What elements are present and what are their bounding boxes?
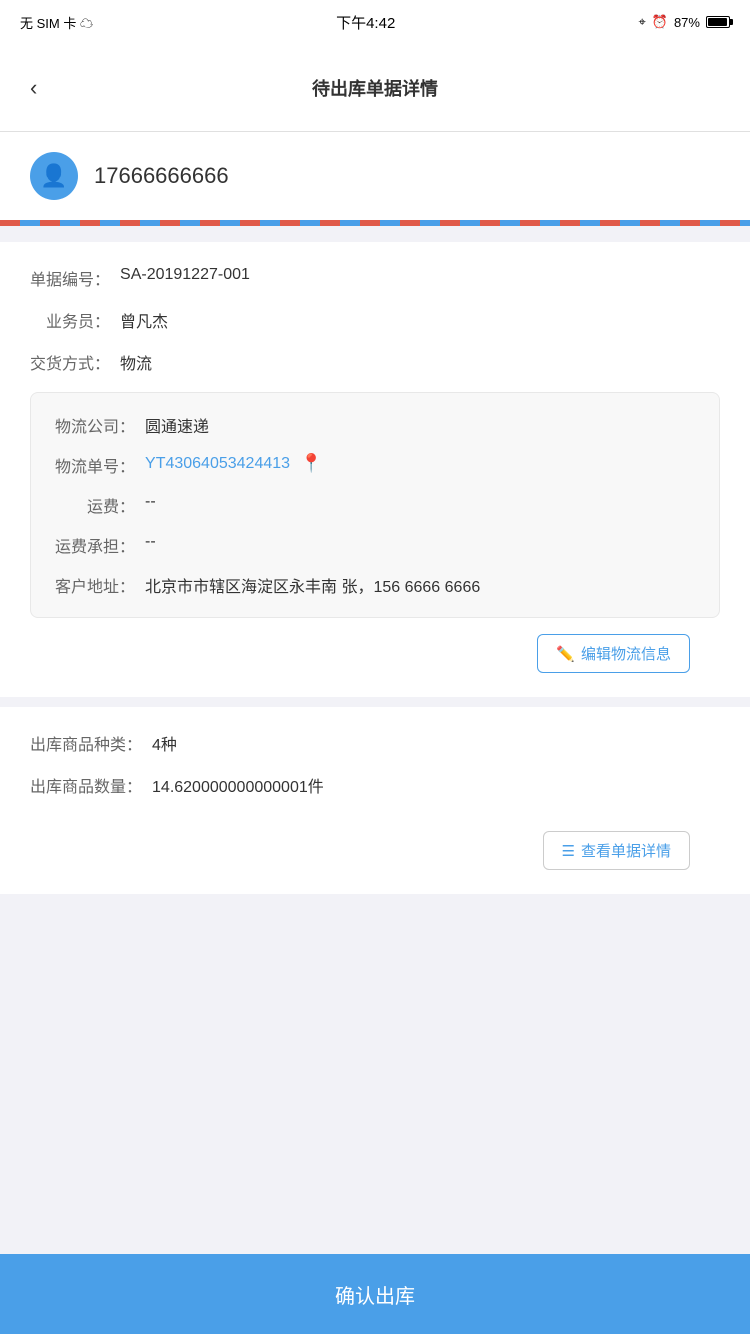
logistics-card: 物流公司： 圆通速递 物流单号： YT43064053424413 📍 运费： … <box>30 392 720 618</box>
edit-logistics-label: 编辑物流信息 <box>581 643 671 664</box>
freight-label: 运费： <box>55 493 135 517</box>
freight-row: 运费： -- <box>55 493 695 517</box>
delivery-label: 交货方式： <box>30 350 110 374</box>
avatar: 👤 <box>30 152 78 200</box>
order-info-section: 单据编号： SA-20191227-001 业务员： 曾凡杰 交货方式： 物流 … <box>0 242 750 697</box>
page-title: 待出库单据详情 <box>312 75 438 101</box>
salesperson-label: 业务员： <box>30 308 110 332</box>
freight-bear-label: 运费承担： <box>55 533 135 557</box>
address-label: 客户地址： <box>55 573 135 597</box>
sim-label: 无 SIM 卡 ☁ <box>20 13 93 32</box>
company-label: 物流公司： <box>55 413 135 437</box>
location-pin-icon[interactable]: 📍 <box>300 453 322 474</box>
view-detail-label: 查看单据详情 <box>581 840 671 861</box>
delivery-row: 交货方式： 物流 <box>30 350 720 374</box>
freight-bear-value: -- <box>145 533 695 551</box>
avatar-icon: 👤 <box>40 163 67 189</box>
alarm-icon: ⏰ <box>652 14 668 30</box>
document-number-row: 单据编号： SA-20191227-001 <box>30 266 720 290</box>
section-separator-1 <box>0 697 750 707</box>
company-row: 物流公司： 圆通速递 <box>55 413 695 437</box>
tracking-label: 物流单号： <box>55 453 135 477</box>
delivery-value: 物流 <box>120 350 720 374</box>
document-label: 单据编号： <box>30 266 110 290</box>
dashed-divider <box>0 220 750 226</box>
battery-icon <box>706 16 730 28</box>
bottom-spacer <box>0 894 750 1094</box>
nav-bar: ‹ 待出库单据详情 <box>0 44 750 132</box>
confirm-bar[interactable]: 确认出库 <box>0 1254 750 1334</box>
view-btn-row: ☰ 查看单据详情 <box>30 815 720 870</box>
edit-icon: ✏️ <box>556 645 575 663</box>
goods-quantity-label: 出库商品数量： <box>30 773 142 797</box>
confirm-button-label: 确认出库 <box>335 1280 415 1309</box>
tracking-row: 物流单号： YT43064053424413 📍 <box>55 453 695 477</box>
address-value: 北京市市辖区海淀区永丰南 张，156 6666 6666 <box>145 573 695 597</box>
salesperson-row: 业务员： 曾凡杰 <box>30 308 720 332</box>
goods-quantity-row: 出库商品数量： 14.620000000000001件 <box>30 773 720 797</box>
goods-section: 出库商品种类： 4种 出库商品数量： 14.620000000000001件 ☰… <box>0 707 750 894</box>
battery-percent: 87% <box>674 15 700 30</box>
goods-quantity-value: 14.620000000000001件 <box>152 773 324 797</box>
address-row: 客户地址： 北京市市辖区海淀区永丰南 张，156 6666 6666 <box>55 573 695 597</box>
tracking-value: YT43064053424413 📍 <box>145 453 695 474</box>
goods-types-value: 4种 <box>152 731 177 755</box>
status-right: ⌖ ⏰ 87% <box>638 14 730 30</box>
view-detail-button[interactable]: ☰ 查看单据详情 <box>543 831 690 870</box>
back-button[interactable]: ‹ <box>20 65 47 111</box>
status-left: 无 SIM 卡 ☁ <box>20 13 93 32</box>
salesperson-value: 曾凡杰 <box>120 308 720 332</box>
edit-logistics-button[interactable]: ✏️ 编辑物流信息 <box>537 634 690 673</box>
list-icon: ☰ <box>562 842 575 860</box>
company-value: 圆通速递 <box>145 413 695 437</box>
status-bar: 无 SIM 卡 ☁ 下午4:42 ⌖ ⏰ 87% <box>0 0 750 44</box>
freight-value: -- <box>145 493 695 511</box>
freight-bear-row: 运费承担： -- <box>55 533 695 557</box>
document-value: SA-20191227-001 <box>120 266 720 284</box>
edit-btn-row: ✏️ 编辑物流信息 <box>30 618 720 673</box>
customer-header: 👤 17666666666 <box>0 132 750 220</box>
goods-types-row: 出库商品种类： 4种 <box>30 731 720 755</box>
goods-types-label: 出库商品种类： <box>30 731 142 755</box>
location-icon-status: ⌖ <box>638 14 645 30</box>
status-time: 下午4:42 <box>336 12 395 33</box>
customer-phone: 17666666666 <box>94 163 229 189</box>
